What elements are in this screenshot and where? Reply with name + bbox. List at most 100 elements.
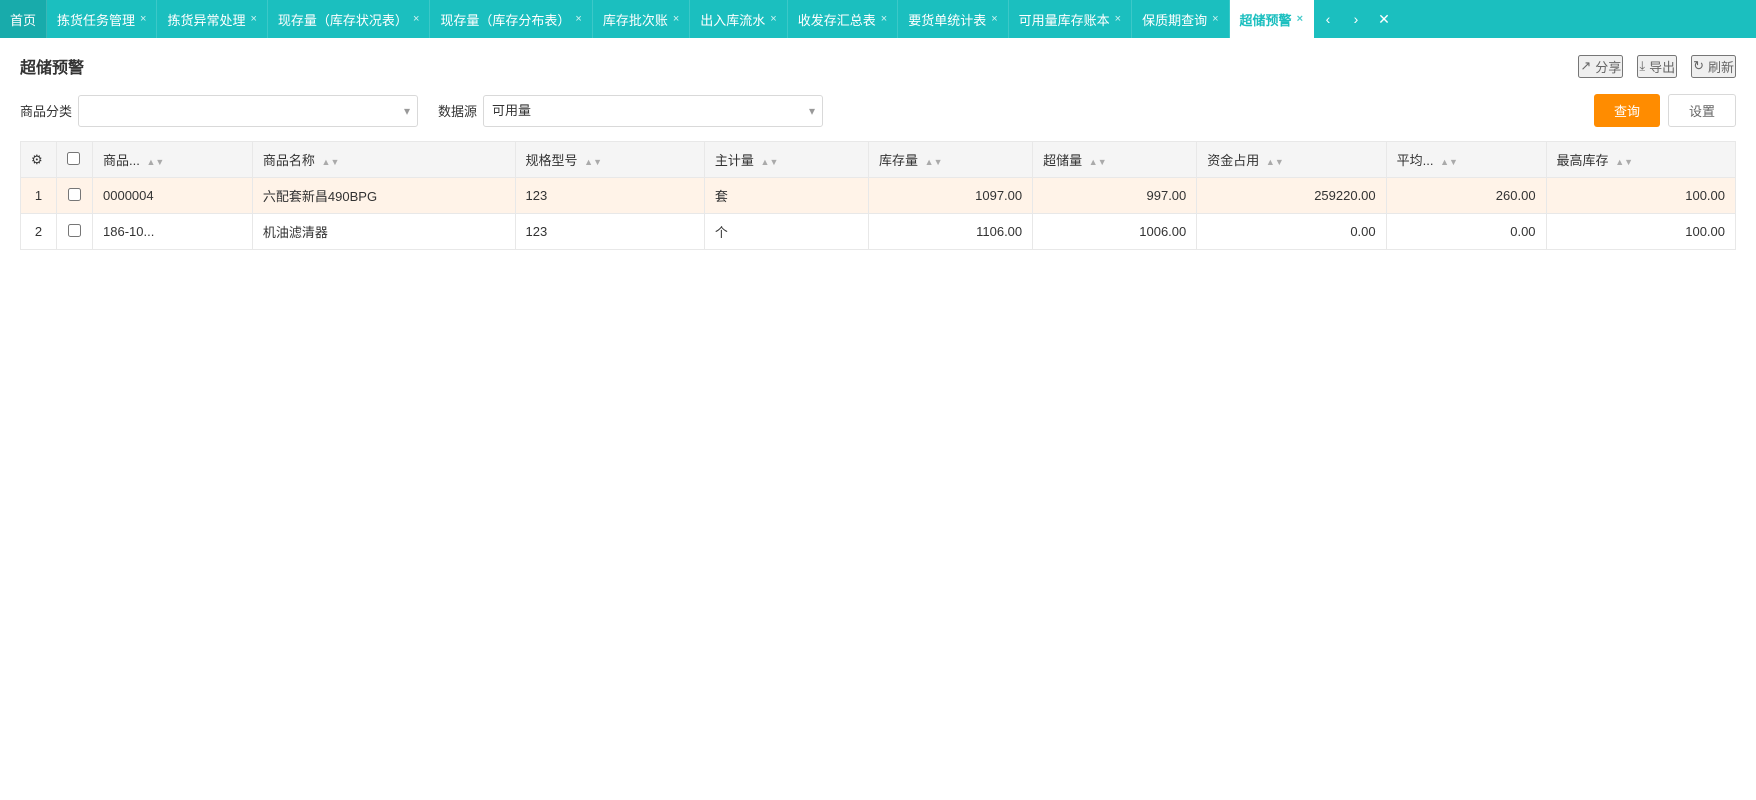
refresh-button[interactable]: ↻ 刷新 [1691, 55, 1736, 78]
cell-product-code: 186-10... [93, 214, 253, 250]
cell-capital: 0.00 [1197, 214, 1386, 250]
row-num: 2 [21, 214, 57, 250]
th-unit[interactable]: 主计量 ▲▼ [704, 142, 868, 178]
cell-product-name: 六配套新昌490BPG [252, 178, 515, 214]
nav-home[interactable]: 首页 [0, 0, 47, 38]
nav-item-available-account[interactable]: 可用量库存账本 × [1009, 0, 1132, 38]
header-actions: ↗ 分享 ⤓ 导出 ↻ 刷新 [1578, 55, 1736, 78]
th-product-name[interactable]: 商品名称 ▲▼ [252, 142, 515, 178]
query-button[interactable]: 查询 [1594, 94, 1660, 127]
nav-item-inout-flow[interactable]: 出入库流水 × [690, 0, 787, 38]
product-category-filter: 商品分类 [20, 95, 418, 127]
cell-capital: 259220.00 [1197, 178, 1386, 214]
page-title: 超储预警 [20, 54, 84, 78]
sort-icon: ▲▼ [584, 157, 602, 167]
table-body: 1 0000004 六配套新昌490BPG 123 套 1097.00 997.… [21, 178, 1736, 250]
close-icon[interactable]: × [575, 13, 581, 25]
th-stock[interactable]: 库存量 ▲▼ [869, 142, 1033, 178]
th-spec[interactable]: 规格型号 ▲▼ [515, 142, 704, 178]
product-category-select-wrapper [78, 95, 418, 127]
nav-item-abnormal[interactable]: 拣货异常处理 × [157, 0, 267, 38]
share-icon: ↗ [1580, 58, 1591, 74]
cell-stock: 1097.00 [869, 178, 1033, 214]
sort-icon: ▲▼ [146, 157, 164, 167]
th-checkbox[interactable] [57, 142, 93, 178]
settings-button[interactable]: 设置 [1668, 94, 1736, 127]
cell-spec: 123 [515, 214, 704, 250]
close-icon[interactable]: × [250, 13, 256, 25]
cell-product-code: 0000004 [93, 178, 253, 214]
sort-icon: ▲▼ [925, 157, 943, 167]
table-row: 2 186-10... 机油滤清器 123 个 1106.00 1006.00 … [21, 214, 1736, 250]
cell-max-stock: 100.00 [1546, 214, 1735, 250]
nav-prev-arrow[interactable]: ‹ [1314, 0, 1342, 38]
data-source-label: 数据源 [438, 101, 477, 120]
row-checkbox[interactable] [68, 224, 81, 237]
close-icon[interactable]: × [991, 13, 997, 25]
cell-stock: 1106.00 [869, 214, 1033, 250]
th-overstock[interactable]: 超储量 ▲▼ [1033, 142, 1197, 178]
close-icon[interactable]: × [1212, 13, 1218, 25]
sort-icon: ▲▼ [1615, 157, 1633, 167]
cell-unit: 个 [704, 214, 868, 250]
data-source-select-wrapper: 可用量 库存量 [483, 95, 823, 127]
nav-close-arrow[interactable]: ✕ [1370, 0, 1398, 38]
cell-overstock: 997.00 [1033, 178, 1197, 214]
data-table: ⚙ 商品... ▲▼ 商品名称 ▲▼ 规格型号 ▲▼ 主计 [20, 141, 1736, 250]
row-num: 1 [21, 178, 57, 214]
cell-overstock: 1006.00 [1033, 214, 1197, 250]
close-icon[interactable]: × [770, 13, 776, 25]
close-icon[interactable]: × [1297, 13, 1303, 25]
cell-avg: 0.00 [1386, 214, 1546, 250]
export-icon: ⤓ [1639, 58, 1645, 74]
select-all-checkbox[interactable] [67, 152, 80, 165]
nav-next-arrow[interactable]: › [1342, 0, 1370, 38]
nav-item-overstock-warning[interactable]: 超储预警 × [1230, 0, 1314, 38]
product-category-select[interactable] [78, 95, 418, 127]
row-checkbox[interactable] [68, 188, 81, 201]
close-icon[interactable]: × [413, 13, 419, 25]
data-source-filter: 数据源 可用量 库存量 [438, 95, 823, 127]
th-max-stock[interactable]: 最高库存 ▲▼ [1546, 142, 1735, 178]
filter-actions: 查询 设置 [1594, 94, 1736, 127]
page-header: 超储预警 ↗ 分享 ⤓ 导出 ↻ 刷新 [20, 54, 1736, 78]
data-source-select[interactable]: 可用量 库存量 [483, 95, 823, 127]
close-icon[interactable]: × [673, 13, 679, 25]
close-icon[interactable]: × [1115, 13, 1121, 25]
page-content: 超储预警 ↗ 分享 ⤓ 导出 ↻ 刷新 商品分类 [0, 38, 1756, 266]
nav-item-task-mgmt[interactable]: 拣货任务管理 × [47, 0, 157, 38]
refresh-icon: ↻ [1693, 58, 1704, 74]
th-product-code[interactable]: 商品... ▲▼ [93, 142, 253, 178]
nav-item-collect-send[interactable]: 收发存汇总表 × [788, 0, 898, 38]
th-settings[interactable]: ⚙ [21, 142, 57, 178]
sort-icon: ▲▼ [322, 157, 340, 167]
cell-unit: 套 [704, 178, 868, 214]
close-icon[interactable]: × [881, 13, 887, 25]
sort-icon: ▲▼ [1440, 157, 1458, 167]
nav-item-inventory-status[interactable]: 现存量（库存状况表） × [268, 0, 430, 38]
nav-item-inventory-dist[interactable]: 现存量（库存分布表） × [430, 0, 592, 38]
sort-icon: ▲▼ [1266, 157, 1284, 167]
share-button[interactable]: ↗ 分享 [1578, 55, 1623, 78]
table-header: ⚙ 商品... ▲▼ 商品名称 ▲▼ 规格型号 ▲▼ 主计 [21, 142, 1736, 178]
cell-spec: 123 [515, 178, 704, 214]
row-checkbox-cell[interactable] [57, 214, 93, 250]
export-button[interactable]: ⤓ 导出 [1637, 55, 1677, 78]
sort-icon: ▲▼ [1089, 157, 1107, 167]
table-row: 1 0000004 六配套新昌490BPG 123 套 1097.00 997.… [21, 178, 1736, 214]
settings-gear-icon: ⚙ [31, 152, 43, 167]
nav-item-order-stats[interactable]: 要货单统计表 × [898, 0, 1008, 38]
cell-max-stock: 100.00 [1546, 178, 1735, 214]
filter-area: 商品分类 数据源 可用量 库存量 查询 设置 [20, 94, 1736, 127]
th-avg[interactable]: 平均... ▲▼ [1386, 142, 1546, 178]
row-checkbox-cell[interactable] [57, 178, 93, 214]
cell-product-name: 机油滤清器 [252, 214, 515, 250]
th-capital[interactable]: 资金占用 ▲▼ [1197, 142, 1386, 178]
top-nav: 首页 拣货任务管理 × 拣货异常处理 × 现存量（库存状况表） × 现存量（库存… [0, 0, 1756, 38]
cell-avg: 260.00 [1386, 178, 1546, 214]
nav-item-shelf-life[interactable]: 保质期查询 × [1132, 0, 1229, 38]
nav-item-batch-account[interactable]: 库存批次账 × [593, 0, 690, 38]
close-icon[interactable]: × [140, 13, 146, 25]
product-category-label: 商品分类 [20, 101, 72, 120]
sort-icon: ▲▼ [761, 157, 779, 167]
